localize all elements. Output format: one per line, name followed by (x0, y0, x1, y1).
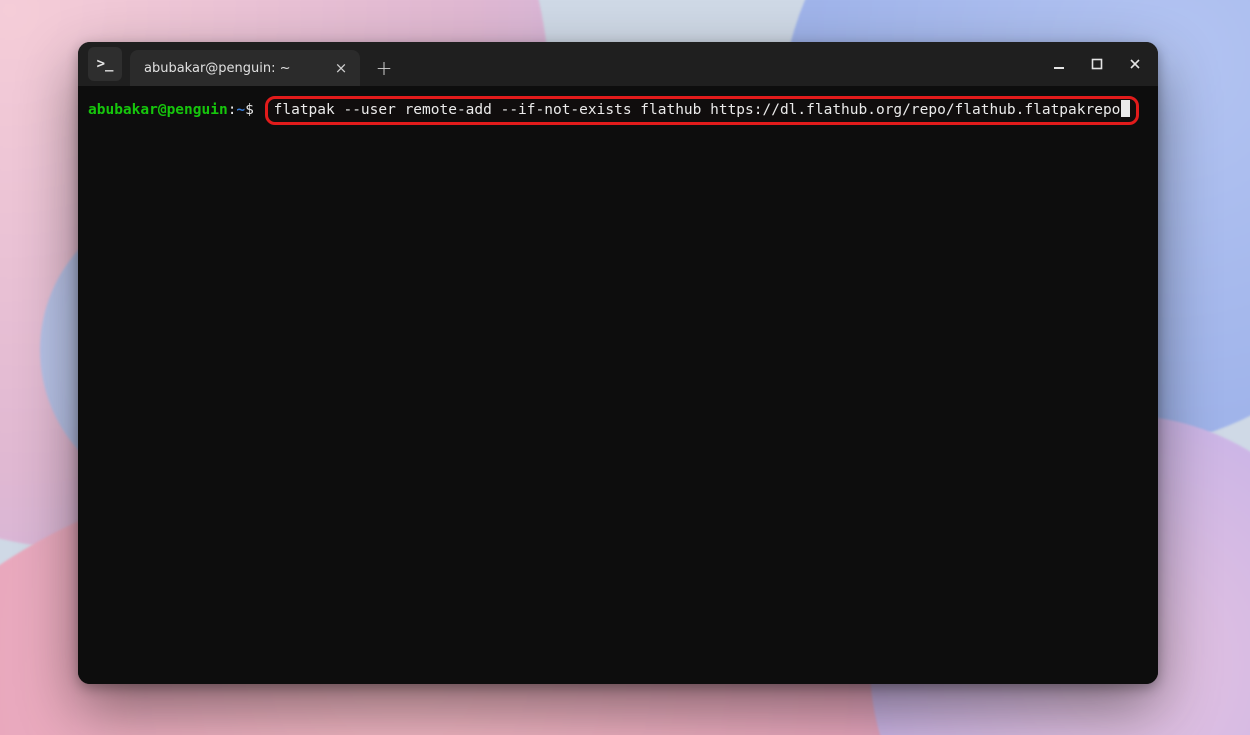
prompt-dollar: $ (245, 102, 254, 118)
terminal-app-icon-glyph: >_ (97, 56, 114, 72)
close-icon: × (335, 61, 348, 76)
prompt-user: abubakar@penguin (88, 102, 228, 118)
prompt-path: ~ (236, 102, 245, 118)
maximize-icon (1090, 57, 1104, 71)
terminal-body[interactable]: abubakar@penguin:~$ flatpak --user remot… (78, 86, 1158, 684)
window-maximize-button[interactable] (1080, 49, 1114, 79)
terminal-app-icon: >_ (88, 47, 122, 81)
new-tab-button[interactable]: + (370, 54, 398, 82)
tab-close-button[interactable]: × (332, 59, 350, 77)
tab-title: abubakar@penguin: ~ (144, 61, 322, 76)
close-icon (1128, 57, 1142, 71)
plus-icon: + (376, 56, 393, 80)
window-controls (1042, 42, 1152, 86)
window-close-button[interactable] (1118, 49, 1152, 79)
command-highlight-annotation: flatpak --user remote-add --if-not-exist… (265, 96, 1140, 125)
tab-active[interactable]: abubakar@penguin: ~ × (130, 50, 360, 86)
terminal-window: >_ abubakar@penguin: ~ × + abubakar@peng… (78, 42, 1158, 684)
tab-bar: >_ abubakar@penguin: ~ × + (78, 42, 1158, 86)
terminal-cursor (1121, 100, 1130, 117)
minimize-icon (1052, 57, 1066, 71)
window-minimize-button[interactable] (1042, 49, 1076, 79)
command-text: flatpak --user remote-add --if-not-exist… (274, 102, 1121, 118)
